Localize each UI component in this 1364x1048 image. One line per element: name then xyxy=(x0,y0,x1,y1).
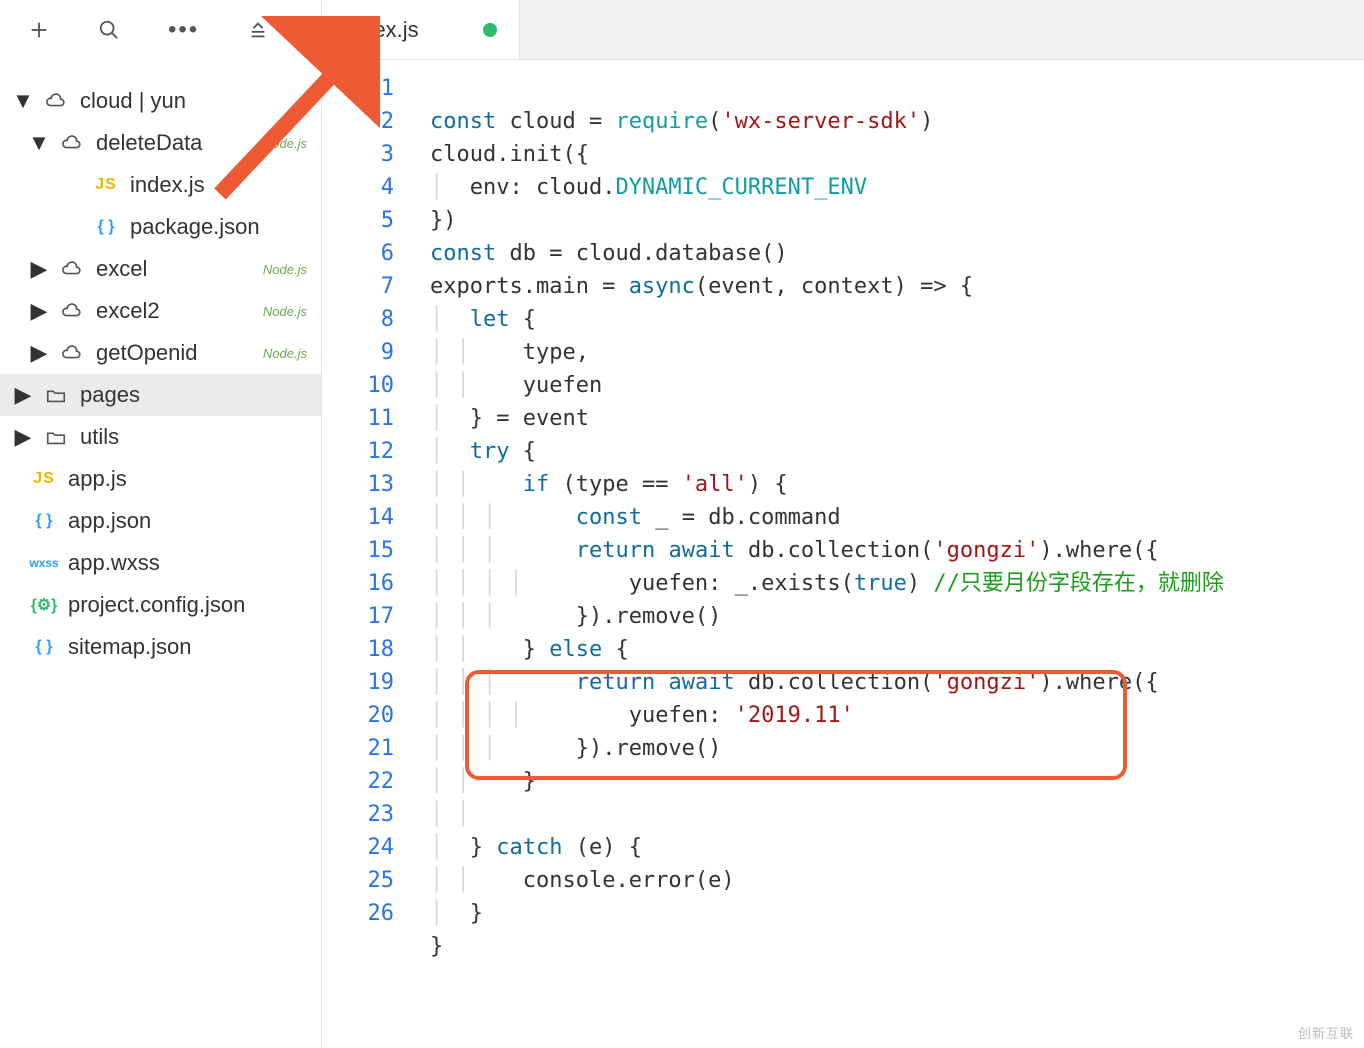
new-file-icon[interactable] xyxy=(28,19,50,41)
runtime-badge: Node.js xyxy=(263,136,307,151)
tree-label: deleteData xyxy=(96,130,202,156)
tree-folder-getOpenid[interactable]: ▶ getOpenid Node.js xyxy=(0,332,321,374)
chevron-down-icon: ▼ xyxy=(30,130,48,156)
editor-tabbar: index.js xyxy=(322,0,1364,60)
tree-folder-deleteData[interactable]: ▼ deleteData Node.js xyxy=(0,122,321,164)
js-file-icon: JS xyxy=(92,176,120,194)
explorer-toolbar: ••• xyxy=(0,0,322,60)
cloud-function-icon xyxy=(58,134,86,152)
cloud-function-icon xyxy=(58,344,86,362)
tree-folder-excel[interactable]: ▶ excel Node.js xyxy=(0,248,321,290)
cloud-function-icon xyxy=(58,302,86,320)
search-icon[interactable] xyxy=(98,19,120,41)
tree-label: app.js xyxy=(68,466,127,492)
folder-icon xyxy=(42,428,70,446)
code-content[interactable]: const cloud = require('wx-server-sdk') c… xyxy=(430,72,1352,996)
tree-label: getOpenid xyxy=(96,340,198,366)
tree-folder-excel2[interactable]: ▶ excel2 Node.js xyxy=(0,290,321,332)
watermark: 创新互联 xyxy=(1298,1023,1354,1042)
tree-file-appwxss[interactable]: wxss app.wxss xyxy=(0,542,321,584)
runtime-badge: Node.js xyxy=(263,262,307,277)
chevron-right-icon: ▶ xyxy=(14,382,32,408)
chevron-right-icon: ▶ xyxy=(30,340,48,366)
tree-folder-utils[interactable]: ▶ utils xyxy=(0,416,321,458)
json-file-icon: { } xyxy=(30,638,58,656)
chevron-right-icon: ▶ xyxy=(30,256,48,282)
cloud-function-icon xyxy=(58,260,86,278)
tab-indexjs[interactable]: index.js xyxy=(322,0,520,59)
json-file-icon: { } xyxy=(30,512,58,530)
collapse-icon[interactable] xyxy=(247,19,269,41)
tree-label: sitemap.json xyxy=(68,634,192,660)
tree-label: app.wxss xyxy=(68,550,160,576)
tree-file-indexjs[interactable]: JS index.js xyxy=(0,164,321,206)
tree-label: app.json xyxy=(68,508,151,534)
tree-file-packagejson[interactable]: { } package.json xyxy=(0,206,321,248)
tree-label: package.json xyxy=(130,214,260,240)
chevron-right-icon: ▶ xyxy=(14,424,32,450)
tree-file-appjs[interactable]: JS app.js xyxy=(0,458,321,500)
file-explorer: ▼ cloud | yun ▼ deleteData Node.js JS in… xyxy=(0,60,322,1048)
js-file-icon: JS xyxy=(30,470,58,488)
dirty-indicator-icon xyxy=(483,23,497,37)
tree-file-projectconfig[interactable]: {⚙} project.config.json xyxy=(0,584,321,626)
tree-label: cloud | yun xyxy=(80,88,186,114)
config-file-icon: {⚙} xyxy=(30,595,58,615)
tree-label: index.js xyxy=(130,172,205,198)
tree-label: utils xyxy=(80,424,119,450)
code-editor[interactable]: 1234567891011121314151617181920212223242… xyxy=(322,60,1364,1048)
line-number-gutter: 1234567891011121314151617181920212223242… xyxy=(322,72,414,930)
active-file-dot-icon xyxy=(221,180,231,190)
tab-label: index.js xyxy=(344,17,419,43)
tree-root-cloud[interactable]: ▼ cloud | yun xyxy=(0,80,321,122)
more-icon[interactable]: ••• xyxy=(168,16,199,44)
tree-file-appjson[interactable]: { } app.json xyxy=(0,500,321,542)
tree-label: project.config.json xyxy=(68,592,245,618)
tree-label: excel2 xyxy=(96,298,160,324)
chevron-down-icon: ▼ xyxy=(14,88,32,114)
folder-icon xyxy=(42,386,70,404)
folder-cloud-icon xyxy=(42,92,70,110)
wxss-file-icon: wxss xyxy=(30,556,58,570)
tree-label: excel xyxy=(96,256,147,282)
json-file-icon: { } xyxy=(92,218,120,236)
chevron-right-icon: ▶ xyxy=(30,298,48,324)
tree-folder-pages[interactable]: ▶ pages xyxy=(0,374,321,416)
runtime-badge: Node.js xyxy=(263,346,307,361)
tree-file-sitemap[interactable]: { } sitemap.json xyxy=(0,626,321,668)
runtime-badge: Node.js xyxy=(263,304,307,319)
tree-label: pages xyxy=(80,382,140,408)
